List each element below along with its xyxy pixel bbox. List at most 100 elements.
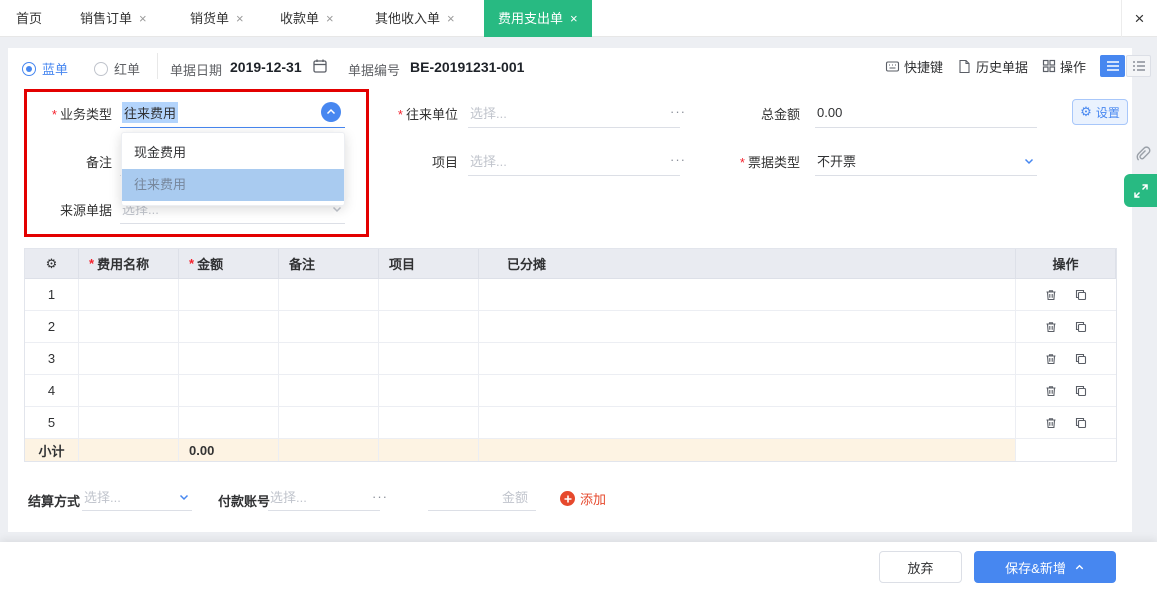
cell-amount[interactable] [179,279,279,310]
cell-expense-name[interactable] [79,375,179,406]
cell-remark[interactable] [279,407,379,438]
partner-label: * 往来单位 [386,107,458,123]
payment-amount-input[interactable]: 金额 [428,483,536,511]
dropdown-option-transaction-expense[interactable]: 往来费用 [122,169,344,201]
payment-account-placeholder: 选择... [270,490,307,505]
label-text: 票据类型 [747,155,800,170]
view-toggle-detail[interactable] [1126,55,1152,77]
cell-project[interactable] [379,407,479,438]
header-text: 已分摊 [507,257,547,272]
plus-circle-icon [560,491,575,506]
chevron-up-icon [1074,562,1085,573]
tab-sales-order[interactable]: 销售订单 × [80,0,147,37]
tab-close-icon[interactable]: × [139,11,147,26]
business-type-select[interactable]: 往来费用 [120,98,345,128]
tab-home[interactable]: 首页 [16,0,42,37]
radio-red-label[interactable]: 红单 [114,59,140,78]
history-docs-button[interactable]: 历史单据 [957,57,1028,76]
cell-amount[interactable] [179,375,279,406]
chevron-up-icon[interactable] [321,102,341,122]
expand-fullscreen-icon[interactable] [1124,174,1157,207]
add-payment-button[interactable]: 添加 [560,489,606,508]
radio-red-doc[interactable]: 红单 [94,59,140,78]
row-actions [1016,375,1116,406]
project-more-icon[interactable]: ··· [670,152,686,167]
column-settings-gear-icon[interactable]: ⚙ [25,249,79,278]
tab-close-icon[interactable]: × [570,11,578,26]
tab-expense-payment-active[interactable]: 费用支出单 × [484,0,592,37]
payment-amount-placeholder: 金额 [501,490,528,505]
copy-row-icon[interactable] [1074,320,1088,334]
cell-amount[interactable] [179,343,279,374]
subtotal-empty [279,439,379,461]
tab-sales-invoice[interactable]: 销货单 × [190,0,244,37]
paperclip-attachment-icon[interactable] [1134,145,1152,163]
label-text: 往来单位 [405,107,458,122]
doc-date-value[interactable]: 2019-12-31 [230,59,302,75]
chevron-down-icon[interactable] [178,491,190,503]
cell-project[interactable] [379,375,479,406]
cell-remark[interactable] [279,311,379,342]
delete-row-icon[interactable] [1044,384,1058,398]
header-text: 备注 [289,257,316,272]
delete-row-icon[interactable] [1044,416,1058,430]
partner-more-icon[interactable]: ··· [670,104,686,119]
cell-amount[interactable] [179,311,279,342]
cell-expense-name[interactable] [79,407,179,438]
cell-remark[interactable] [279,343,379,374]
settings-button[interactable]: ⚙ 设置 [1072,99,1128,125]
cell-expense-name[interactable] [79,279,179,310]
dropdown-option-cash-expense[interactable]: 现金费用 [122,137,344,169]
total-amount-field[interactable]: 0.00 [815,98,1037,128]
cell-remark[interactable] [279,375,379,406]
save-and-new-button[interactable]: 保存&新增 [974,551,1116,583]
tab-label: 其他收入单 [375,11,441,26]
payment-account-more-icon[interactable]: ··· [372,489,388,504]
tab-close-icon[interactable]: × [326,11,334,26]
cell-amount[interactable] [179,407,279,438]
tab-close-icon[interactable]: × [236,11,244,26]
tab-receipt[interactable]: 收款单 × [280,0,334,37]
copy-row-icon[interactable] [1074,384,1088,398]
cell-project[interactable] [379,279,479,310]
doc-number-value[interactable]: BE-20191231-001 [410,59,524,75]
delete-row-icon[interactable] [1044,288,1058,302]
tab-label: 销售订单 [80,11,133,26]
copy-row-icon[interactable] [1074,352,1088,366]
invoice-type-select[interactable]: 不开票 [815,146,1037,176]
cell-allocated [479,343,1016,374]
close-all-icon[interactable]: × [1121,0,1157,37]
shortcuts-button[interactable]: 快捷键 [885,57,943,76]
total-amount-label: 总金额 [748,107,800,123]
radio-selected-icon[interactable] [22,61,36,76]
cell-expense-name[interactable] [79,343,179,374]
cell-project[interactable] [379,343,479,374]
settlement-method-select[interactable]: 选择... [82,483,192,511]
project-label: 项目 [386,155,458,171]
footer-action-bar: 放弃 保存&新增 [0,542,1157,590]
tab-other-income[interactable]: 其他收入单 × [375,0,455,37]
view-toggle-list-active[interactable] [1100,55,1126,77]
label-text: 业务类型 [59,107,112,122]
cell-remark[interactable] [279,279,379,310]
actions-button[interactable]: 操作 [1042,57,1086,76]
delete-row-icon[interactable] [1044,320,1058,334]
tab-close-icon[interactable]: × [447,11,455,26]
copy-row-icon[interactable] [1074,288,1088,302]
cell-project[interactable] [379,311,479,342]
radio-blue-doc[interactable]: 蓝单 [22,59,68,78]
partner-select[interactable]: 选择... [468,98,680,128]
radio-unselected-icon[interactable] [94,61,108,76]
payment-account-select[interactable]: 选择... [268,483,380,511]
header-remark: 备注 [279,249,379,278]
delete-row-icon[interactable] [1044,352,1058,366]
subtotal-empty [379,439,479,461]
cell-expense-name[interactable] [79,311,179,342]
radio-blue-label[interactable]: 蓝单 [42,59,68,78]
shortcuts-label: 快捷键 [904,59,944,75]
calendar-icon[interactable] [312,58,328,74]
discard-button[interactable]: 放弃 [879,551,962,583]
project-select[interactable]: 选择... [468,146,680,176]
chevron-down-icon[interactable] [1023,155,1035,167]
copy-row-icon[interactable] [1074,416,1088,430]
